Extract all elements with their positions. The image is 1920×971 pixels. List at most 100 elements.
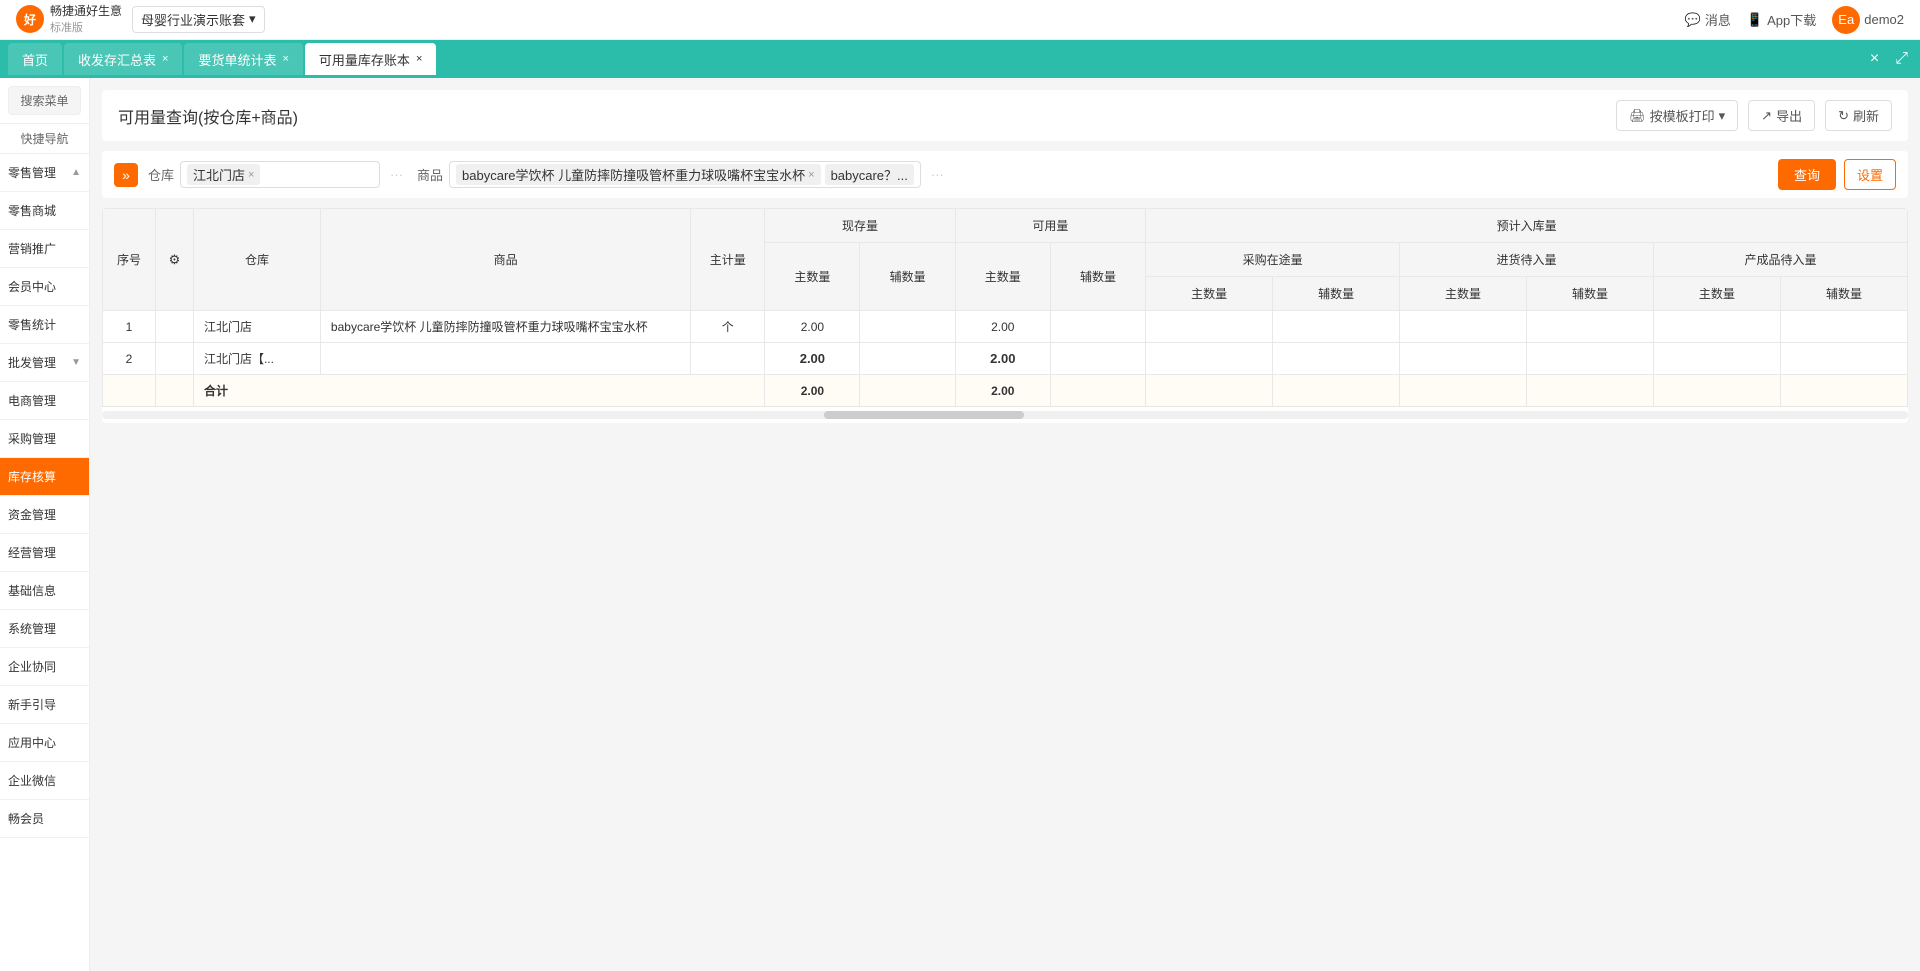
th-available-aux: 辅数量 xyxy=(1050,243,1145,311)
sidebar-item-wholesale-label: 批发管理 xyxy=(8,354,56,371)
refresh-button[interactable]: ↻ 刷新 xyxy=(1825,100,1892,131)
product-tag-0-close[interactable]: × xyxy=(808,169,814,181)
export-button[interactable]: ↗ 导出 xyxy=(1748,100,1815,131)
sidebar-item-system[interactable]: 系统管理 xyxy=(0,610,89,648)
sidebar-item-system-label: 系统管理 xyxy=(8,620,56,637)
cell-gear-1[interactable] xyxy=(155,343,193,375)
sidebar-item-finance[interactable]: 资金管理 xyxy=(0,496,89,534)
horizontal-scrollbar[interactable] xyxy=(102,411,1908,419)
sidebar-item-marketing[interactable]: 营销推广 xyxy=(0,230,89,268)
filter-actions: 查询 设置 xyxy=(1778,159,1896,190)
sidebar-item-inventory[interactable]: 库存核算 xyxy=(0,458,89,496)
print-icon: 🖨 xyxy=(1629,108,1646,124)
th-warehouse: 仓库 xyxy=(193,209,320,311)
th-current-stock-group: 现存量 xyxy=(765,209,955,243)
scrollbar-thumb[interactable] xyxy=(824,411,1024,419)
sidebar-item-zero-mall[interactable]: 零售商城 xyxy=(0,192,89,230)
sidebar-item-enterprise[interactable]: 企业协同 xyxy=(0,648,89,686)
sidebar-item-enterprise-label: 企业协同 xyxy=(8,658,56,675)
total-row: 合计 2.00 2.00 xyxy=(103,375,1908,407)
sidebar-item-zero-stat[interactable]: 零售统计 xyxy=(0,306,89,344)
sidebar-item-zero-retail-label: 零售管理 xyxy=(8,164,56,181)
logo-text: 畅捷通好生意 xyxy=(50,4,122,18)
avatar-text: Ea xyxy=(1838,12,1854,27)
table-container: 序号 ⚙ 仓库 商品 主计量 现存量 可用量 预计入库量 主数量 辅数量 xyxy=(102,208,1908,423)
product-tag-1[interactable]: babycare？... xyxy=(825,164,914,185)
th-pending-inbound-group: 进货待入量 xyxy=(1400,243,1654,277)
tab-receipts-close[interactable]: × xyxy=(162,53,168,65)
cell-unit-0: 个 xyxy=(691,311,765,343)
warehouse-more-icon[interactable]: ··· xyxy=(386,167,407,182)
th-products-pending-group: 产成品待入量 xyxy=(1653,243,1907,277)
expand-button[interactable]: ⤢ xyxy=(1891,46,1912,72)
cell-gear-0[interactable] xyxy=(155,311,193,343)
sidebar-item-appstore-label: 应用中心 xyxy=(8,734,56,751)
product-tags-container[interactable]: babycare学饮杯 儿童防摔防撞吸管杯重力球吸嘴杯宝宝水杯 × babyca… xyxy=(449,161,921,188)
th-stock-aux: 辅数量 xyxy=(860,243,955,311)
refresh-icon: ↻ xyxy=(1838,108,1849,124)
product-filter: 商品 babycare学饮杯 儿童防摔防撞吸管杯重力球吸嘴杯宝宝水杯 × bab… xyxy=(417,161,948,188)
total-purchase-main xyxy=(1146,375,1273,407)
filter-toggle-button[interactable]: » xyxy=(114,163,138,187)
th-purchase-on-way-group: 采购在途量 xyxy=(1146,243,1400,277)
sidebar-item-ecommerce[interactable]: 电商管理 xyxy=(0,382,89,420)
cell-pending-main-1 xyxy=(1400,343,1527,375)
main-layout: 搜索菜单 快捷导航 零售管理 ▲ 零售商城 营销推广 会员中心 零售统计 批发管… xyxy=(0,78,1920,971)
message-button[interactable]: 💬 消息 xyxy=(1685,10,1731,29)
sidebar-item-operations[interactable]: 经营管理 xyxy=(0,534,89,572)
settings-button[interactable]: 设置 xyxy=(1844,159,1896,190)
filter-bar: » 仓库 江北门店 × ··· 商品 babycare学饮杯 儿童防摔防撞吸管杯… xyxy=(102,151,1908,198)
tab-available[interactable]: 可用量库存账本 × xyxy=(305,43,436,75)
sidebar-item-appstore[interactable]: 应用中心 xyxy=(0,724,89,762)
tab-home-label: 首页 xyxy=(22,50,48,69)
tab-home[interactable]: 首页 xyxy=(8,43,62,75)
logo-text-area: 畅捷通好生意 标准版 xyxy=(50,4,122,34)
warehouse-tag-0[interactable]: 江北门店 × xyxy=(187,164,260,185)
tab-orders[interactable]: 要货单统计表 × xyxy=(184,43,302,75)
tab-receipts[interactable]: 收发存汇总表 × xyxy=(64,43,182,75)
tab-available-close[interactable]: × xyxy=(416,53,422,65)
sidebar-item-member2-label: 畅会员 xyxy=(8,810,44,827)
cell-row-num-0: 1 xyxy=(103,311,156,343)
product-tag-1-text: babycare？... xyxy=(831,165,908,184)
chevron-down-icon: ▾ xyxy=(249,11,256,27)
tab-bar-actions: × ⤢ xyxy=(1866,46,1912,72)
cell-purchase-aux-0 xyxy=(1273,311,1400,343)
th-products-aux: 辅数量 xyxy=(1780,277,1907,311)
sidebar-item-member[interactable]: 会员中心 xyxy=(0,268,89,306)
sidebar-item-inventory-label: 库存核算 xyxy=(8,468,56,485)
sidebar-nav-label[interactable]: 快捷导航 xyxy=(0,124,89,154)
sidebar-item-guide[interactable]: 新手引导 xyxy=(0,686,89,724)
total-purchase-aux xyxy=(1273,375,1400,407)
close-all-tabs-button[interactable]: × xyxy=(1866,46,1883,72)
sidebar-item-purchase[interactable]: 采购管理 xyxy=(0,420,89,458)
product-tag-0[interactable]: babycare学饮杯 儿童防摔防撞吸管杯重力球吸嘴杯宝宝水杯 × xyxy=(456,164,821,185)
table-row: 1 江北门店 babycare学饮杯 儿童防摔防撞吸管杯重力球吸嘴杯宝宝水杯 个… xyxy=(103,311,1908,343)
message-icon: 💬 xyxy=(1685,12,1701,28)
industry-selector[interactable]: 母婴行业演示账套 ▾ xyxy=(132,6,265,33)
th-products-main: 主数量 xyxy=(1653,277,1780,311)
total-empty-1 xyxy=(103,375,156,407)
app-download-button[interactable]: 📱 App下载 xyxy=(1747,10,1816,29)
industry-label: 母婴行业演示账套 xyxy=(141,10,245,29)
cell-stock-main-1: 2.00 xyxy=(765,343,860,375)
search-menu-button[interactable]: 搜索菜单 xyxy=(8,86,81,115)
sidebar-item-member2[interactable]: 畅会员 xyxy=(0,800,89,838)
cell-pending-aux-1 xyxy=(1527,343,1654,375)
query-button[interactable]: 查询 xyxy=(1778,159,1836,190)
sidebar-item-basic[interactable]: 基础信息 xyxy=(0,572,89,610)
sidebar-item-zero-retail[interactable]: 零售管理 ▲ xyxy=(0,154,89,192)
th-purchase-aux: 辅数量 xyxy=(1273,277,1400,311)
tab-orders-close[interactable]: × xyxy=(282,53,288,65)
th-gear[interactable]: ⚙ xyxy=(155,209,193,311)
user-menu[interactable]: Ea demo2 xyxy=(1832,6,1904,34)
warehouse-tags-container[interactable]: 江北门店 × xyxy=(180,161,380,188)
print-button[interactable]: 🖨 按模板打印 ▾ xyxy=(1616,100,1738,131)
sidebar-item-wholesale[interactable]: 批发管理 ▼ xyxy=(0,344,89,382)
product-more-icon[interactable]: ··· xyxy=(927,167,948,182)
sidebar-item-wechat[interactable]: 企业微信 xyxy=(0,762,89,800)
warehouse-tag-0-close[interactable]: × xyxy=(248,169,254,181)
column-settings-icon[interactable]: ⚙ xyxy=(169,252,181,267)
logo-icon: 好 xyxy=(16,5,44,33)
product-tag-0-text: babycare学饮杯 儿童防摔防撞吸管杯重力球吸嘴杯宝宝水杯 xyxy=(462,165,805,184)
